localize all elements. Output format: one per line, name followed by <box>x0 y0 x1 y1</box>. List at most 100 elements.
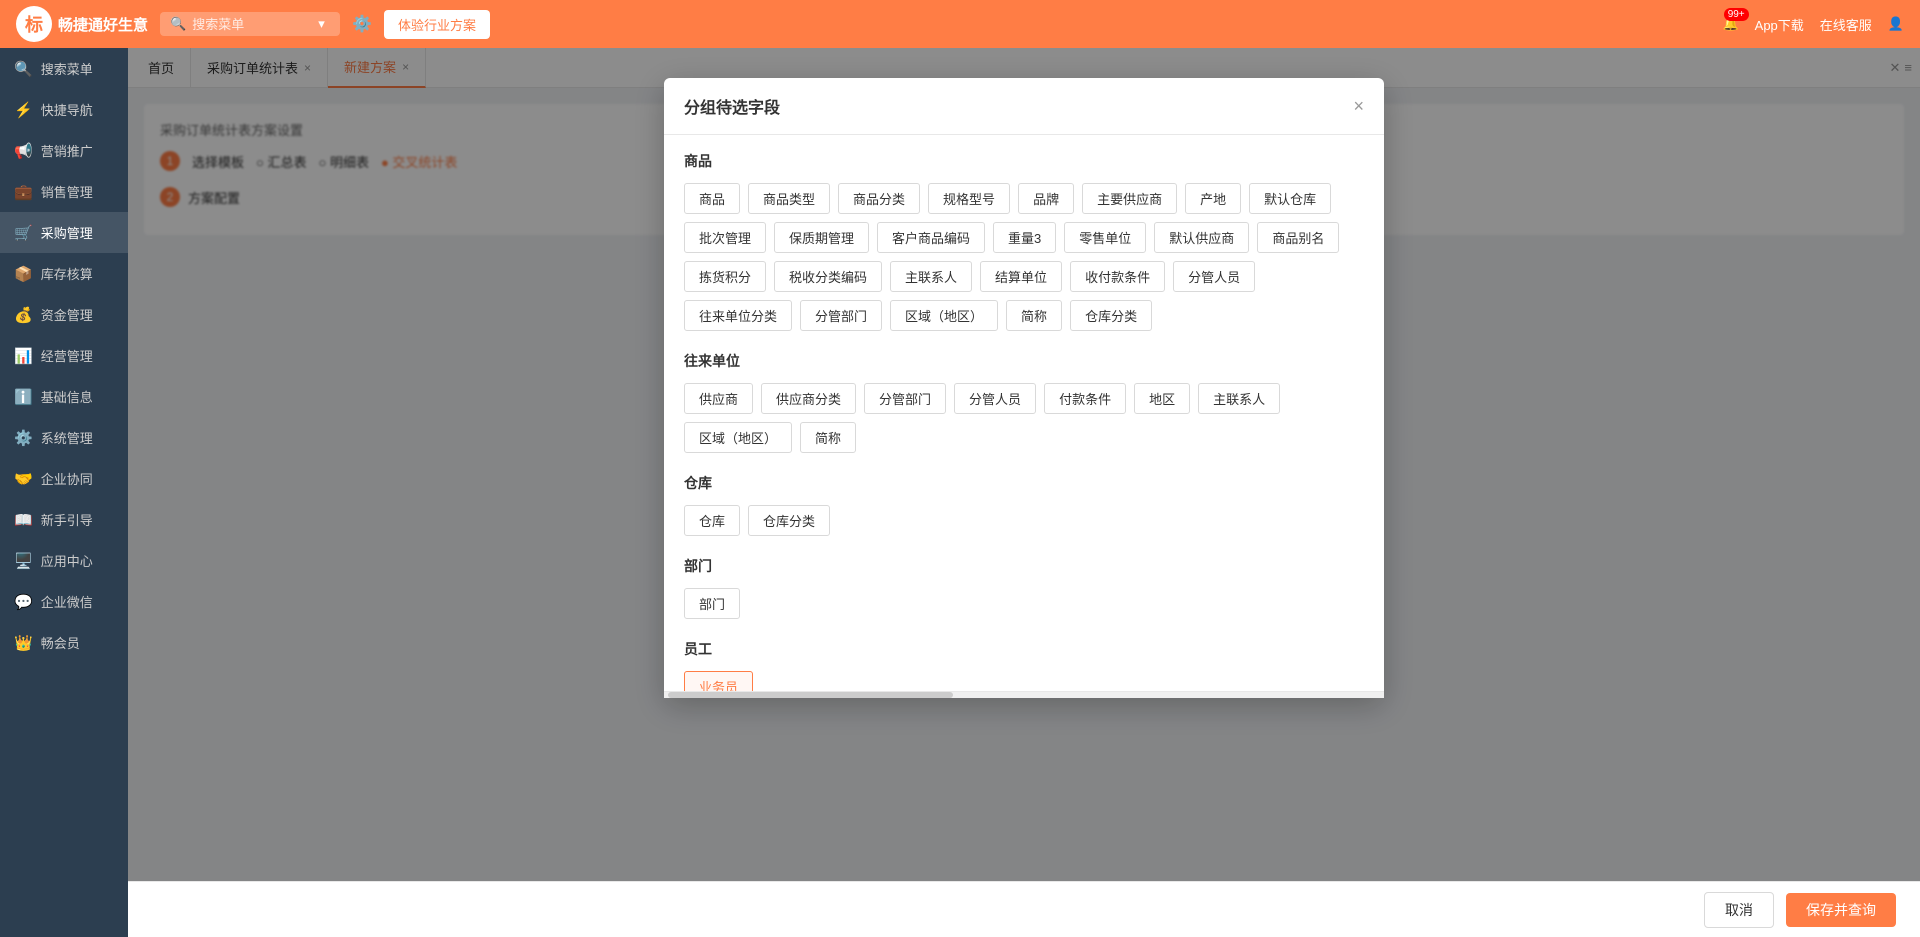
cancel-button[interactable]: 取消 <box>1704 892 1774 928</box>
field-tag[interactable]: 分管部门 <box>864 383 946 414</box>
field-tag[interactable]: 重量3 <box>993 222 1056 253</box>
field-tag[interactable]: 主要供应商 <box>1082 183 1177 214</box>
sidebar-item-label: 新手引导 <box>41 510 93 529</box>
section-department: 部门 部门 <box>684 556 1364 619</box>
field-tag[interactable]: 简称 <box>800 422 856 453</box>
field-tag[interactable]: 仓库分类 <box>1070 300 1152 331</box>
field-tag[interactable]: 商品类型 <box>748 183 830 214</box>
field-tag[interactable]: 部门 <box>684 588 740 619</box>
field-tag[interactable]: 主联系人 <box>1198 383 1280 414</box>
modal-backdrop: 分组待选字段 × 商品 商品 商品类型 商品分类 规格型号 品牌 主要供应商 产… <box>128 48 1920 937</box>
field-tag[interactable]: 简称 <box>1006 300 1062 331</box>
sidebar-item-member[interactable]: 👑 畅会员 <box>0 622 128 663</box>
field-tags-goods: 商品 商品类型 商品分类 规格型号 品牌 主要供应商 产地 默认仓库 批次管理 … <box>684 183 1364 331</box>
section-title-employee: 员工 <box>684 639 1364 659</box>
search-icon: 🔍 <box>170 16 186 32</box>
sidebar-item-label: 企业协同 <box>41 469 93 488</box>
gear-icon[interactable]: ⚙️ <box>352 14 372 34</box>
field-tag[interactable]: 地区 <box>1134 383 1190 414</box>
field-tag[interactable]: 区域（地区） <box>684 422 792 453</box>
field-tag[interactable]: 往来单位分类 <box>684 300 792 331</box>
modal-close-button[interactable]: × <box>1353 96 1364 117</box>
search-bar[interactable]: 🔍 ▾ <box>160 12 340 36</box>
save-query-button[interactable]: 保存并查询 <box>1786 893 1896 927</box>
field-tag-employee-salesperson[interactable]: 业务员 <box>684 671 753 691</box>
sidebar-item-label: 库存核算 <box>41 264 93 283</box>
field-tag[interactable]: 默认仓库 <box>1249 183 1331 214</box>
section-title-goods: 商品 <box>684 151 1364 171</box>
sidebar-item-label: 资金管理 <box>41 305 93 324</box>
field-tag[interactable]: 分管人员 <box>954 383 1036 414</box>
field-tag[interactable]: 税收分类编码 <box>774 261 882 292</box>
sidebar-item-quicknav[interactable]: ⚡ 快捷导航 <box>0 89 128 130</box>
field-tag[interactable]: 零售单位 <box>1064 222 1146 253</box>
field-tags-partner: 供应商 供应商分类 分管部门 分管人员 付款条件 地区 主联系人 区域（地区） … <box>684 383 1364 453</box>
field-tag[interactable]: 分管部门 <box>800 300 882 331</box>
field-tag[interactable]: 仓库分类 <box>748 505 830 536</box>
field-tag[interactable]: 付款条件 <box>1044 383 1126 414</box>
notification-bell[interactable]: 🔔 99+ <box>1722 16 1738 32</box>
header-left: 标 畅捷通好生意 🔍 ▾ ⚙️ 体验行业方案 <box>16 6 490 42</box>
field-tags-warehouse: 仓库 仓库分类 <box>684 505 1364 536</box>
field-tag[interactable]: 收付款条件 <box>1070 261 1165 292</box>
wechat-icon: 💬 <box>14 593 33 611</box>
field-tag[interactable]: 主联系人 <box>890 261 972 292</box>
sidebar-item-marketing[interactable]: 📢 营销推广 <box>0 130 128 171</box>
sidebar-item-label: 畅会员 <box>41 633 80 652</box>
sidebar-item-system[interactable]: ⚙️ 系统管理 <box>0 417 128 458</box>
modal-horizontal-scrollbar[interactable] <box>664 691 1384 698</box>
field-tag[interactable]: 区域（地区） <box>890 300 998 331</box>
sidebar-item-wechat[interactable]: 💬 企业微信 <box>0 581 128 622</box>
field-tag[interactable]: 供应商 <box>684 383 753 414</box>
modal-title: 分组待选字段 <box>684 94 780 118</box>
top-header: 标 畅捷通好生意 🔍 ▾ ⚙️ 体验行业方案 🔔 99+ App下载 在线客服 … <box>0 0 1920 48</box>
field-tag[interactable]: 拣货积分 <box>684 261 766 292</box>
sidebar-item-sales[interactable]: 💼 销售管理 <box>0 171 128 212</box>
sidebar-item-label: 营销推广 <box>41 141 93 160</box>
guide-icon: 📖 <box>14 511 33 529</box>
modal-body: 商品 商品 商品类型 商品分类 规格型号 品牌 主要供应商 产地 默认仓库 批次… <box>664 135 1384 691</box>
scrollbar-thumb <box>668 692 953 698</box>
sidebar-item-enterprise[interactable]: 🤝 企业协同 <box>0 458 128 499</box>
sidebar-item-guide[interactable]: 📖 新手引导 <box>0 499 128 540</box>
field-tag[interactable]: 保质期管理 <box>774 222 869 253</box>
experience-btn[interactable]: 体验行业方案 <box>384 10 490 39</box>
sidebar-item-appcenter[interactable]: 🖥️ 应用中心 <box>0 540 128 581</box>
online-service-link[interactable]: 在线客服 <box>1820 15 1872 34</box>
field-tags-department: 部门 <box>684 588 1364 619</box>
field-tag[interactable]: 仓库 <box>684 505 740 536</box>
sidebar-item-purchase[interactable]: 🛒 采购管理 <box>0 212 128 253</box>
field-tag[interactable]: 商品分类 <box>838 183 920 214</box>
member-icon: 👑 <box>14 634 33 652</box>
field-select-modal: 分组待选字段 × 商品 商品 商品类型 商品分类 规格型号 品牌 主要供应商 产… <box>664 78 1384 698</box>
sales-icon: 💼 <box>14 183 33 201</box>
field-tag[interactable]: 品牌 <box>1018 183 1074 214</box>
quicknav-icon: ⚡ <box>14 101 33 119</box>
sidebar-item-inventory[interactable]: 📦 库存核算 <box>0 253 128 294</box>
app-download-link[interactable]: App下载 <box>1755 15 1804 34</box>
finance-icon: 💰 <box>14 306 33 324</box>
field-tag[interactable]: 默认供应商 <box>1154 222 1249 253</box>
field-tags-employee: 业务员 <box>684 671 1364 691</box>
header-right: 🔔 99+ App下载 在线客服 👤 <box>1722 15 1904 34</box>
search-input[interactable] <box>192 17 312 32</box>
field-tag[interactable]: 规格型号 <box>928 183 1010 214</box>
avatar[interactable]: 👤 <box>1888 16 1904 32</box>
field-tag[interactable]: 批次管理 <box>684 222 766 253</box>
sidebar-item-baseinfo[interactable]: ℹ️ 基础信息 <box>0 376 128 417</box>
search-menu-icon: 🔍 <box>14 60 33 78</box>
enterprise-icon: 🤝 <box>14 470 33 488</box>
sidebar-item-search[interactable]: 🔍 搜索菜单 <box>0 48 128 89</box>
sidebar-item-finance[interactable]: 💰 资金管理 <box>0 294 128 335</box>
section-partner: 往来单位 供应商 供应商分类 分管部门 分管人员 付款条件 地区 主联系人 区域… <box>684 351 1364 453</box>
field-tag[interactable]: 商品别名 <box>1257 222 1339 253</box>
field-tag[interactable]: 客户商品编码 <box>877 222 985 253</box>
sidebar-item-label: 系统管理 <box>41 428 93 447</box>
field-tag[interactable]: 分管人员 <box>1173 261 1255 292</box>
field-tag[interactable]: 结算单位 <box>980 261 1062 292</box>
sidebar-item-operations[interactable]: 📊 经营管理 <box>0 335 128 376</box>
field-tag[interactable]: 产地 <box>1185 183 1241 214</box>
notification-count: 99+ <box>1724 8 1749 21</box>
field-tag[interactable]: 供应商分类 <box>761 383 856 414</box>
field-tag[interactable]: 商品 <box>684 183 740 214</box>
